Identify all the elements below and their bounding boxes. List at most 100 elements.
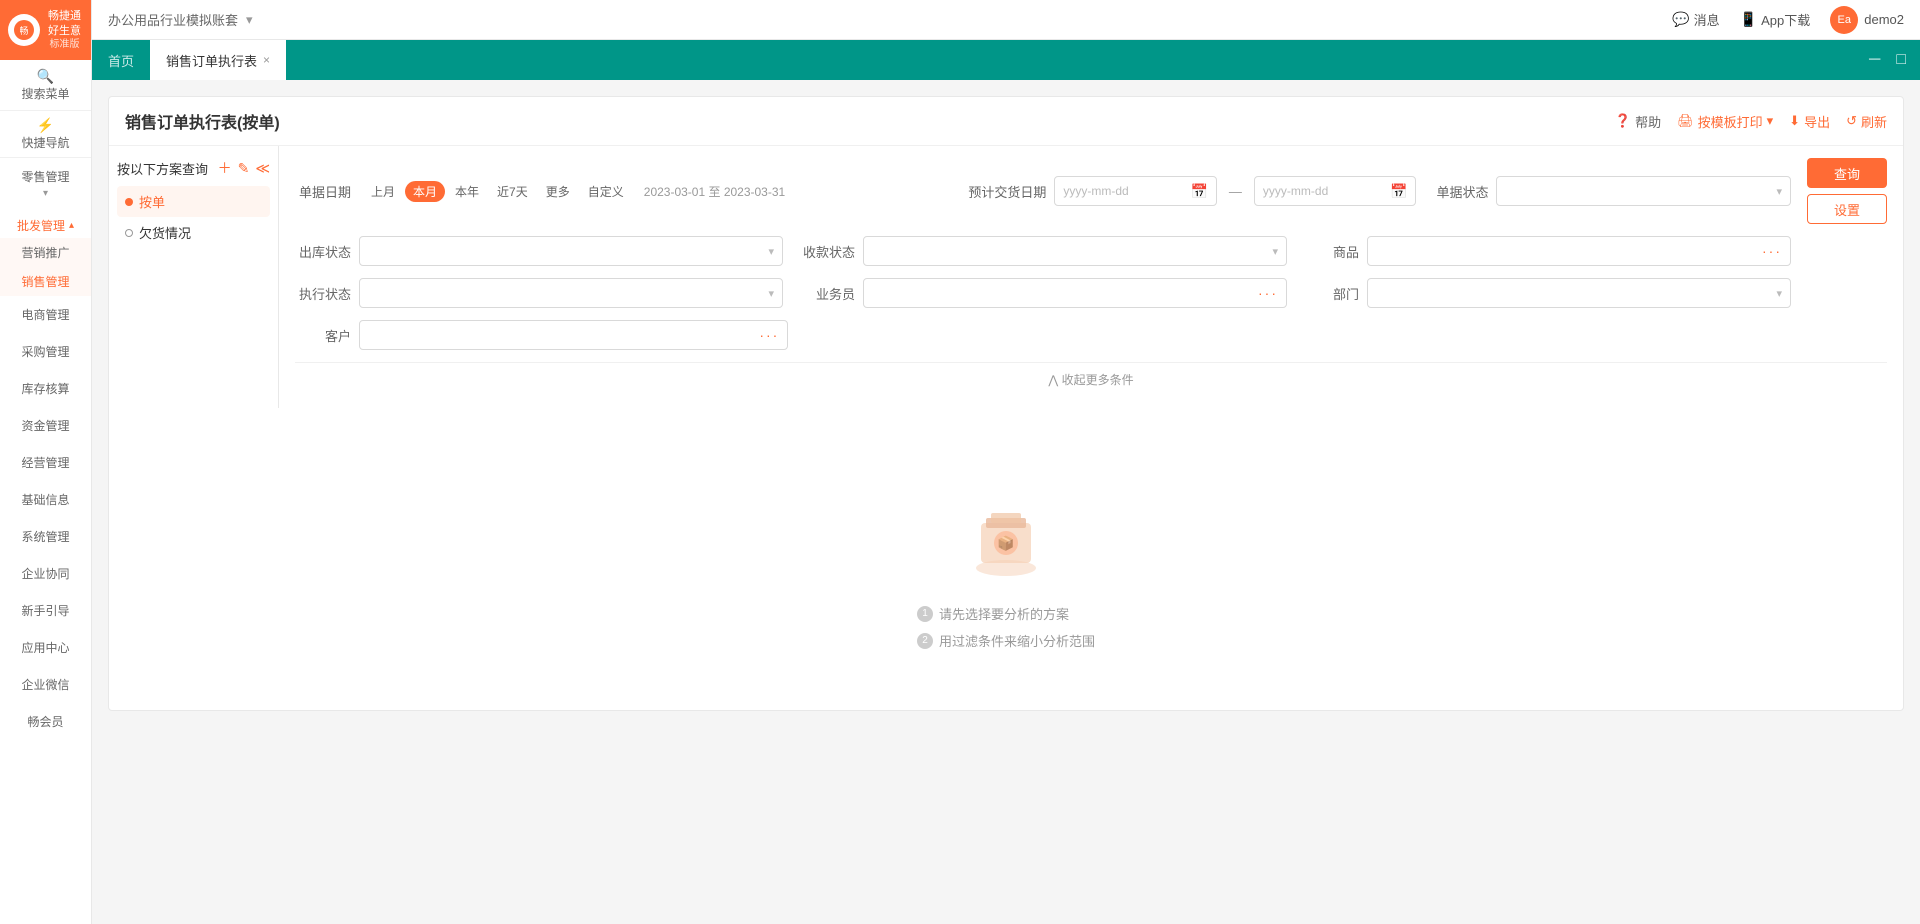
hint-num-2: 2 bbox=[917, 633, 933, 649]
sidebar-item-wechat[interactable]: 企业微信 bbox=[0, 666, 91, 703]
calendar-icon-start: 📅 bbox=[1190, 183, 1207, 200]
dept-label: 部门 bbox=[1303, 284, 1359, 303]
date-tab-custom[interactable]: 自定义 bbox=[580, 181, 632, 202]
print-arrow-icon: ▾ bbox=[1767, 113, 1774, 129]
refresh-button[interactable]: ↺ 刷新 bbox=[1846, 112, 1887, 131]
delivery-status-label: 出库状态 bbox=[295, 242, 351, 261]
message-action[interactable]: 💬 消息 bbox=[1672, 10, 1719, 29]
breadcrumb-arrow[interactable]: ▾ bbox=[246, 12, 253, 28]
receipt-status-dropdown[interactable]: ▾ bbox=[863, 236, 1287, 266]
date-tab-current-month[interactable]: 本月 bbox=[405, 181, 445, 202]
sidebar-quicknav[interactable]: ⚡ 快捷导航 bbox=[0, 111, 91, 158]
sidebar-item-system[interactable]: 系统管理 bbox=[0, 518, 91, 555]
receipt-status-chevron: ▾ bbox=[1272, 245, 1278, 258]
svg-text:📦: 📦 bbox=[997, 535, 1014, 552]
date-tab-7days[interactable]: 近7天 bbox=[489, 181, 536, 202]
help-button[interactable]: ❓ 帮助 bbox=[1615, 112, 1661, 131]
chevron-up-icon: ▴ bbox=[69, 220, 74, 231]
customer-dots-icon: ··· bbox=[759, 327, 779, 343]
settings-button[interactable]: 设置 bbox=[1807, 194, 1887, 224]
date-tab-current-year[interactable]: 本年 bbox=[447, 181, 487, 202]
product-label: 商品 bbox=[1303, 242, 1359, 261]
sidebar-sub-sales[interactable]: 销售管理 bbox=[0, 267, 91, 296]
sidebar-search[interactable]: 🔍 搜索菜单 bbox=[0, 60, 91, 111]
date-tab-more[interactable]: 更多 bbox=[538, 181, 578, 202]
date-tab-prev-month[interactable]: 上月 bbox=[363, 181, 403, 202]
sidebar-item-operations[interactable]: 经营管理 bbox=[0, 444, 91, 481]
product-input[interactable]: ··· bbox=[1367, 236, 1791, 266]
calendar-icon-end: 📅 bbox=[1390, 183, 1407, 200]
exec-status-dropdown[interactable]: ▾ bbox=[359, 278, 783, 308]
filter-sidebar-icons: ＋ ✎ ≪ bbox=[218, 158, 270, 178]
sidebar-item-inventory[interactable]: 库存核算 bbox=[0, 370, 91, 407]
export-icon: ⬇ bbox=[1789, 113, 1800, 129]
filter-field-product: 商品 ··· bbox=[1303, 236, 1791, 266]
receipt-status-label: 收款状态 bbox=[799, 242, 855, 261]
customer-label: 客户 bbox=[295, 326, 351, 345]
breadcrumb-text: 办公用品行业模拟账套 bbox=[108, 10, 238, 29]
salesperson-label: 业务员 bbox=[799, 284, 855, 303]
scheme-item-1[interactable]: 欠货情况 bbox=[117, 217, 270, 248]
filter-field-order-status: 单据状态 ▾ bbox=[1432, 176, 1791, 206]
tab-bar-actions: ─ □ bbox=[1863, 47, 1920, 73]
print-icon: 🖨 bbox=[1677, 113, 1694, 129]
help-icon: ❓ bbox=[1615, 113, 1631, 129]
logo-icon: 畅 bbox=[8, 14, 40, 46]
export-button[interactable]: ⬇ 导出 bbox=[1789, 112, 1830, 131]
tab-bar: 首页 销售订单执行表 × ─ □ bbox=[92, 40, 1920, 80]
app-download-action[interactable]: 📱 App下载 bbox=[1740, 10, 1811, 29]
collapse-scheme-icon[interactable]: ≪ bbox=[255, 160, 270, 177]
tab-maximize-icon[interactable]: □ bbox=[1890, 47, 1912, 73]
delivery-date-end[interactable]: yyyy-mm-dd 📅 bbox=[1254, 176, 1417, 206]
scheme-item-0[interactable]: 按单 bbox=[117, 186, 270, 217]
salesperson-input[interactable]: ··· bbox=[863, 278, 1287, 308]
tab-sales-order-exec[interactable]: 销售订单执行表 × bbox=[150, 40, 286, 80]
filter-field-date: 单据日期 上月 本月 本年 近7天 更多 自定义 2023-03-01 至 20… bbox=[295, 181, 952, 202]
page-content: 销售订单执行表(按单) ❓ 帮助 🖨 按模板打印 ▾ ⬇ 导出 bbox=[92, 80, 1920, 924]
delivery-status-dropdown[interactable]: ▾ bbox=[359, 236, 783, 266]
empty-text: 1 请先选择要分析的方案 2 用过滤条件来缩小分析范围 bbox=[917, 604, 1095, 650]
user-profile[interactable]: Ea demo2 bbox=[1830, 6, 1904, 34]
svg-text:畅: 畅 bbox=[19, 25, 28, 36]
delivery-status-chevron: ▾ bbox=[768, 245, 774, 258]
page-title-actions: ❓ 帮助 🖨 按模板打印 ▾ ⬇ 导出 ↺ 刷新 bbox=[1615, 112, 1887, 131]
empty-hint-2: 2 用过滤条件来缩小分析范围 bbox=[917, 631, 1095, 650]
sidebar-item-newbie[interactable]: 新手引导 bbox=[0, 592, 91, 629]
refresh-icon: ↺ bbox=[1846, 113, 1857, 129]
order-status-label: 单据状态 bbox=[1432, 182, 1488, 201]
sidebar-item-member[interactable]: 畅会员 bbox=[0, 703, 91, 740]
delivery-date-start[interactable]: yyyy-mm-dd 📅 bbox=[1054, 176, 1217, 206]
sidebar-item-collab[interactable]: 企业协同 bbox=[0, 555, 91, 592]
collapse-bar[interactable]: ⋀ 收起更多条件 bbox=[295, 362, 1887, 396]
hint-num-1: 1 bbox=[917, 606, 933, 622]
print-button[interactable]: 🖨 按模板打印 ▾ bbox=[1677, 112, 1773, 131]
page-title-bar: 销售订单执行表(按单) ❓ 帮助 🖨 按模板打印 ▾ ⬇ 导出 bbox=[109, 97, 1903, 146]
exec-status-chevron: ▾ bbox=[768, 287, 774, 300]
sidebar: 畅 畅捷通好生意 标准版 🔍 搜索菜单 ⚡ 快捷导航 零售管理 ▾ 批发管理 ▴… bbox=[0, 0, 92, 924]
empty-state: 📦 1 请先选择要分析的方案 2 用过滤条件来缩小分析范围 bbox=[109, 408, 1903, 710]
filter-field-exec-status: 执行状态 ▾ bbox=[295, 278, 783, 308]
customer-input[interactable]: ··· bbox=[359, 320, 788, 350]
sidebar-item-wholesale[interactable]: 批发管理 ▴ bbox=[0, 209, 91, 238]
message-icon: 💬 bbox=[1672, 11, 1689, 28]
app-logo: 畅 畅捷通好生意 标准版 bbox=[0, 0, 91, 60]
top-header: 办公用品行业模拟账套 ▾ 💬 消息 📱 App下载 Ea demo2 bbox=[92, 0, 1920, 40]
sidebar-item-basic[interactable]: 基础信息 bbox=[0, 481, 91, 518]
sidebar-item-finance[interactable]: 资金管理 bbox=[0, 407, 91, 444]
sidebar-item-appcenter[interactable]: 应用中心 bbox=[0, 629, 91, 666]
sidebar-item-retail[interactable]: 零售管理 ▾ bbox=[0, 158, 91, 209]
order-status-dropdown[interactable]: ▾ bbox=[1496, 176, 1791, 206]
chevron-down-icon: ▾ bbox=[43, 188, 48, 199]
tab-home[interactable]: 首页 bbox=[92, 40, 150, 80]
sidebar-sub-yingxiao[interactable]: 营销推广 bbox=[0, 238, 91, 267]
tab-close-icon[interactable]: × bbox=[263, 53, 270, 67]
add-scheme-icon[interactable]: ＋ bbox=[218, 158, 232, 178]
query-button[interactable]: 查询 bbox=[1807, 158, 1887, 188]
sidebar-item-purchase[interactable]: 采购管理 bbox=[0, 333, 91, 370]
filter-sidebar: 按以下方案查询 ＋ ✎ ≪ 按单 欠货情况 bbox=[109, 146, 279, 408]
sidebar-item-ecommerce[interactable]: 电商管理 bbox=[0, 296, 91, 333]
tab-minimize-icon[interactable]: ─ bbox=[1863, 47, 1886, 73]
dept-dropdown[interactable]: ▾ bbox=[1367, 278, 1791, 308]
filter-sidebar-header: 按以下方案查询 ＋ ✎ ≪ bbox=[117, 158, 270, 178]
edit-scheme-icon[interactable]: ✎ bbox=[238, 160, 250, 177]
